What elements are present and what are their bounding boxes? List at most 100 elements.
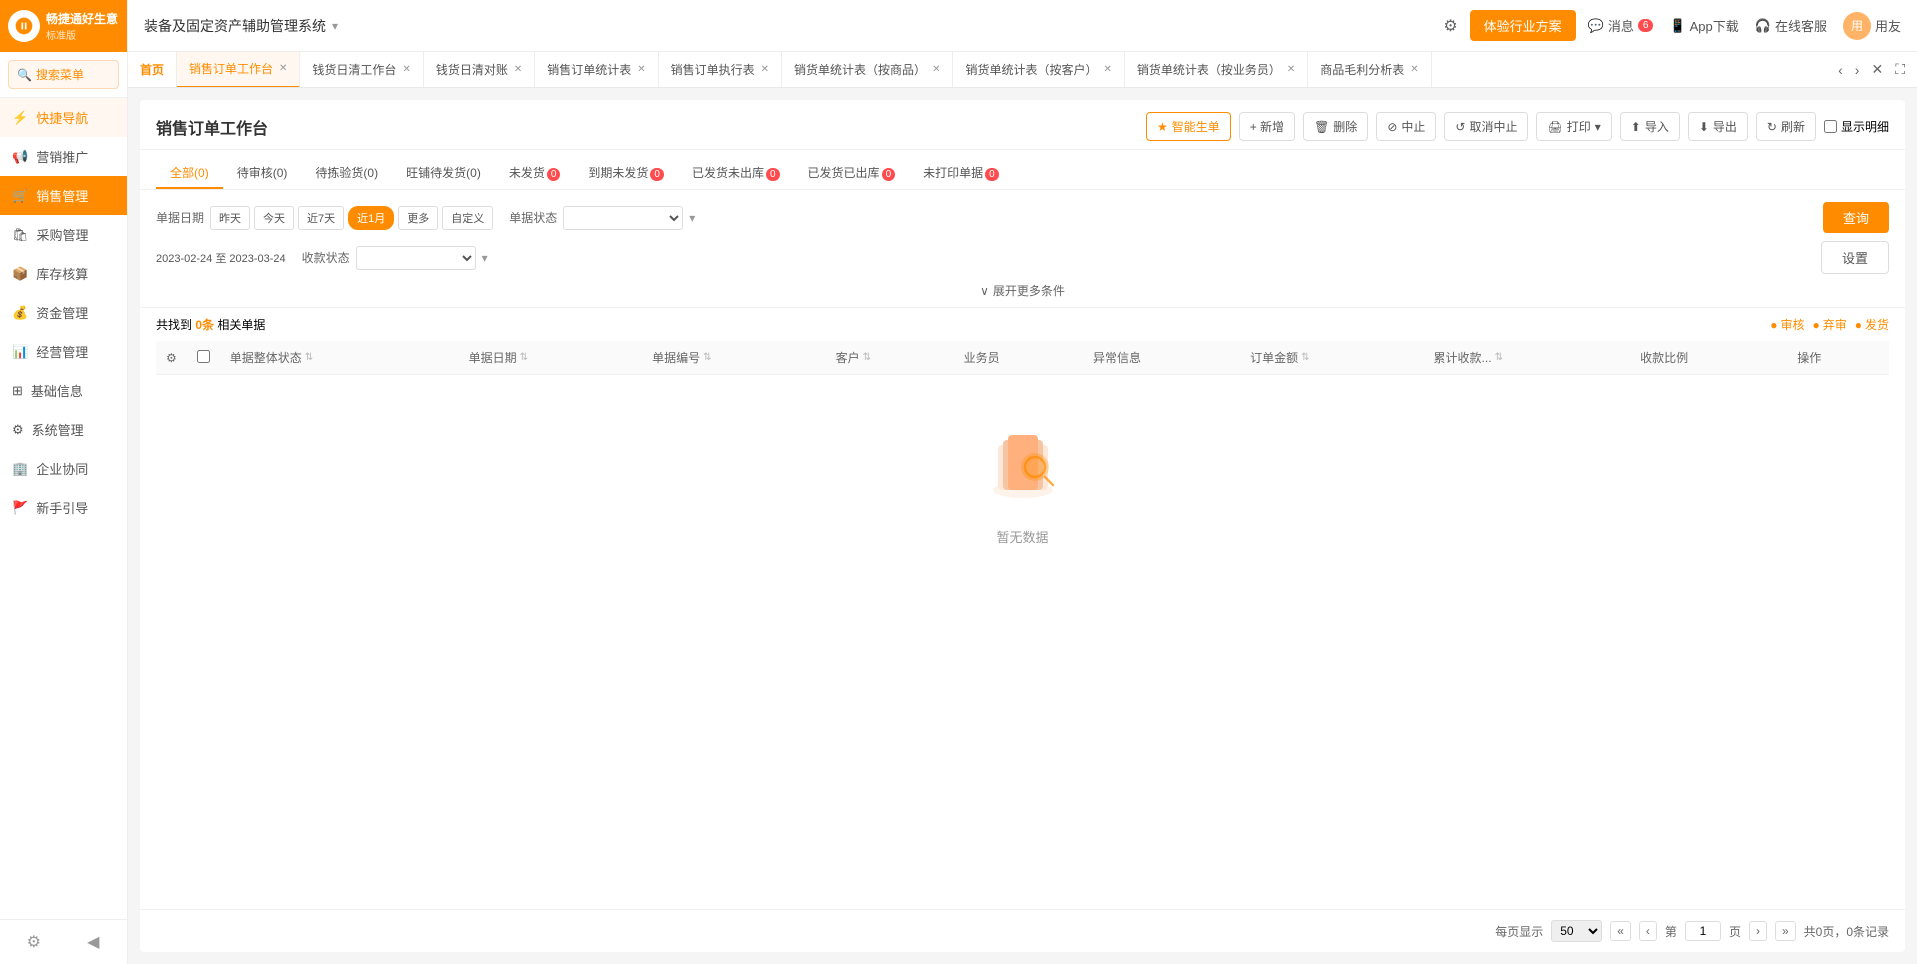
tab-order-stats[interactable]: 销售订单统计表 ✕ <box>535 52 658 88</box>
sub-tab-pending[interactable]: 待审核(0) <box>223 158 302 189</box>
box-icon: 📦 <box>12 266 28 282</box>
sub-tab-pending-check[interactable]: 待拣验货(0) <box>301 158 392 189</box>
batch-unaudit-button[interactable]: ● 弃审 <box>1812 316 1846 333</box>
close-tab-sale-stats-customer-icon[interactable]: ✕ <box>1103 64 1111 75</box>
sub-tab-expired-not-shipped[interactable]: 到期未发货0 <box>574 158 678 189</box>
sidebar-item-enterprise[interactable]: 🏢 企业协同 <box>0 449 127 488</box>
collection-select[interactable] <box>356 246 476 270</box>
sort-number-icon[interactable]: ⇅ <box>703 352 711 363</box>
per-page-select[interactable]: 20 50 100 <box>1551 920 1602 942</box>
tab-cash-reconcile[interactable]: 钱货日清对账 ✕ <box>424 52 535 88</box>
content-area: 销售订单工作台 ★ 智能生单 + 新增 🗑 删除 ⊘ 中止 <box>128 88 1917 964</box>
sidebar-item-finance[interactable]: 💰 资金管理 <box>0 293 127 332</box>
close-tab-cash-reconcile-icon[interactable]: ✕ <box>514 64 522 75</box>
add-button[interactable]: + 新增 <box>1239 112 1295 141</box>
sidebar-item-sales[interactable]: 🛒 销售管理 <box>0 176 127 215</box>
cancel-stop-button[interactable]: ↺ 取消中止 <box>1444 112 1528 141</box>
select-all-checkbox[interactable] <box>197 350 210 363</box>
close-tab-sales-order-icon[interactable]: ✕ <box>279 63 287 74</box>
chevron-down-icon: ∨ <box>980 284 989 298</box>
sidebar-item-operation[interactable]: 📊 经营管理 <box>0 332 127 371</box>
close-tab-order-exec-icon[interactable]: ✕ <box>761 64 769 75</box>
prev-page-button[interactable]: ‹ <box>1639 921 1657 941</box>
date-more-button[interactable]: 更多 <box>398 206 438 230</box>
tab-next-button[interactable]: › <box>1851 60 1864 80</box>
sub-tab-wangpu[interactable]: 旺铺待发货(0) <box>392 158 495 189</box>
sale-stats-staff-tab-label: 销货单统计表（按业务员） <box>1137 61 1281 78</box>
batch-audit-button[interactable]: ● 审核 <box>1770 316 1804 333</box>
sort-date-icon[interactable]: ⇅ <box>520 352 528 363</box>
print-button[interactable]: 🖨 打印 ▾ <box>1536 112 1611 141</box>
tab-sales-order[interactable]: 销售订单工作台 ✕ <box>177 52 300 88</box>
date-1month-button[interactable]: 近1月 <box>348 206 394 230</box>
search-menu-button[interactable]: 🔍 搜索菜单 <box>8 60 119 89</box>
sort-customer-icon[interactable]: ⇅ <box>863 352 871 363</box>
sub-tab-shipped-not-out[interactable]: 已发货未出库0 <box>678 158 794 189</box>
next-page-button[interactable]: › <box>1749 921 1767 941</box>
import-button[interactable]: ⬆ 导入 <box>1620 112 1680 141</box>
show-detail-checkbox-label[interactable]: 显示明细 <box>1824 118 1889 135</box>
tab-sale-stats-staff[interactable]: 销货单统计表（按业务员） ✕ <box>1125 52 1308 88</box>
sidebar-item-marketing[interactable]: 📢 营销推广 <box>0 137 127 176</box>
status-select[interactable] <box>563 206 683 230</box>
sub-tab-not-printed[interactable]: 未打印单据0 <box>909 158 1013 189</box>
not-shipped-badge: 0 <box>547 168 561 181</box>
close-tab-sale-stats-staff-icon[interactable]: ✕ <box>1287 64 1295 75</box>
tab-nav: ‹ › ✕ ⛶ <box>1826 59 1917 80</box>
batch-ship-button[interactable]: ● 发货 <box>1855 316 1889 333</box>
sort-collected-icon[interactable]: ⇅ <box>1495 352 1503 363</box>
export-button[interactable]: ⬇ 导出 <box>1688 112 1748 141</box>
sub-tab-not-shipped[interactable]: 未发货0 <box>495 158 575 189</box>
export-icon: ⬇ <box>1699 120 1709 134</box>
tab-order-exec[interactable]: 销售订单执行表 ✕ <box>659 52 782 88</box>
col-settings-icon[interactable]: ⚙ <box>166 351 177 365</box>
sub-tab-all[interactable]: 全部(0) <box>156 158 223 189</box>
sidebar-item-purchase[interactable]: 🛍 采购管理 <box>0 215 127 254</box>
tab-product-margin[interactable]: 商品毛利分析表 ✕ <box>1308 52 1431 88</box>
sidebar-item-base[interactable]: ⊞ 基础信息 <box>0 371 127 410</box>
delete-button[interactable]: 🗑 删除 <box>1303 112 1368 141</box>
tab-home[interactable]: 首页 <box>128 52 177 88</box>
close-tab-cash-daily-icon[interactable]: ✕ <box>402 64 410 75</box>
online-service-button[interactable]: 🎧 在线客服 <box>1755 16 1827 35</box>
query-button[interactable]: 查询 <box>1823 202 1889 233</box>
user-menu[interactable]: 用 用友 <box>1843 12 1901 40</box>
setting-button[interactable]: 设置 <box>1821 241 1889 274</box>
collapse-sidebar-button[interactable]: ◀ <box>68 928 120 956</box>
close-tab-sale-stats-product-icon[interactable]: ✕ <box>932 64 940 75</box>
sort-status-icon[interactable]: ⇅ <box>305 352 313 363</box>
app-download-button[interactable]: 📱 App下载 <box>1669 16 1738 35</box>
smart-create-button[interactable]: ★ 智能生单 <box>1146 112 1231 141</box>
col-abnormal: 异常信息 <box>1083 341 1240 375</box>
date-7days-button[interactable]: 近7天 <box>298 206 344 230</box>
tab-sale-stats-product[interactable]: 销货单统计表（按商品） ✕ <box>782 52 953 88</box>
first-page-button[interactable]: « <box>1610 921 1631 941</box>
message-button[interactable]: 💬 消息 6 <box>1588 16 1654 35</box>
page-input[interactable] <box>1685 921 1721 941</box>
date-today-button[interactable]: 今天 <box>254 206 294 230</box>
date-yesterday-button[interactable]: 昨天 <box>210 206 250 230</box>
refresh-button[interactable]: ↻ 刷新 <box>1756 112 1816 141</box>
sidebar-item-system[interactable]: ⚙ 系统管理 <box>0 410 127 449</box>
tab-cash-daily[interactable]: 钱货日清工作台 ✕ <box>300 52 423 88</box>
sidebar-item-inventory[interactable]: 📦 库存核算 <box>0 254 127 293</box>
last-page-button[interactable]: » <box>1775 921 1796 941</box>
sidebar-item-nav[interactable]: ⚡ 快捷导航 <box>0 98 127 137</box>
date-custom-button[interactable]: 自定义 <box>442 206 493 230</box>
settings-footer-button[interactable]: ⚙ <box>8 928 60 956</box>
expand-filter-button[interactable]: ∨ 展开更多条件 <box>156 282 1889 299</box>
sub-tabs: 全部(0) 待审核(0) 待拣验货(0) 旺铺待发货(0) 未发货0 到期未发货… <box>140 150 1905 190</box>
tab-prev-button[interactable]: ‹ <box>1834 60 1847 80</box>
tab-close-all-button[interactable]: ✕ <box>1867 59 1887 80</box>
solution-button[interactable]: 体验行业方案 <box>1470 10 1576 41</box>
tab-fullscreen-button[interactable]: ⛶ <box>1891 59 1909 80</box>
sidebar-item-guide[interactable]: 🚩 新手引导 <box>0 488 127 527</box>
sub-tab-shipped-out[interactable]: 已发货已出库0 <box>794 158 910 189</box>
close-tab-product-margin-icon[interactable]: ✕ <box>1410 64 1418 75</box>
show-detail-checkbox[interactable] <box>1824 120 1837 133</box>
stop-button[interactable]: ⊘ 中止 <box>1376 112 1436 141</box>
settings-icon[interactable]: ⚙ <box>1443 16 1457 36</box>
close-tab-order-stats-icon[interactable]: ✕ <box>637 64 645 75</box>
tab-sale-stats-customer[interactable]: 销货单统计表（按客户） ✕ <box>953 52 1124 88</box>
sort-amount-icon[interactable]: ⇅ <box>1301 352 1309 363</box>
